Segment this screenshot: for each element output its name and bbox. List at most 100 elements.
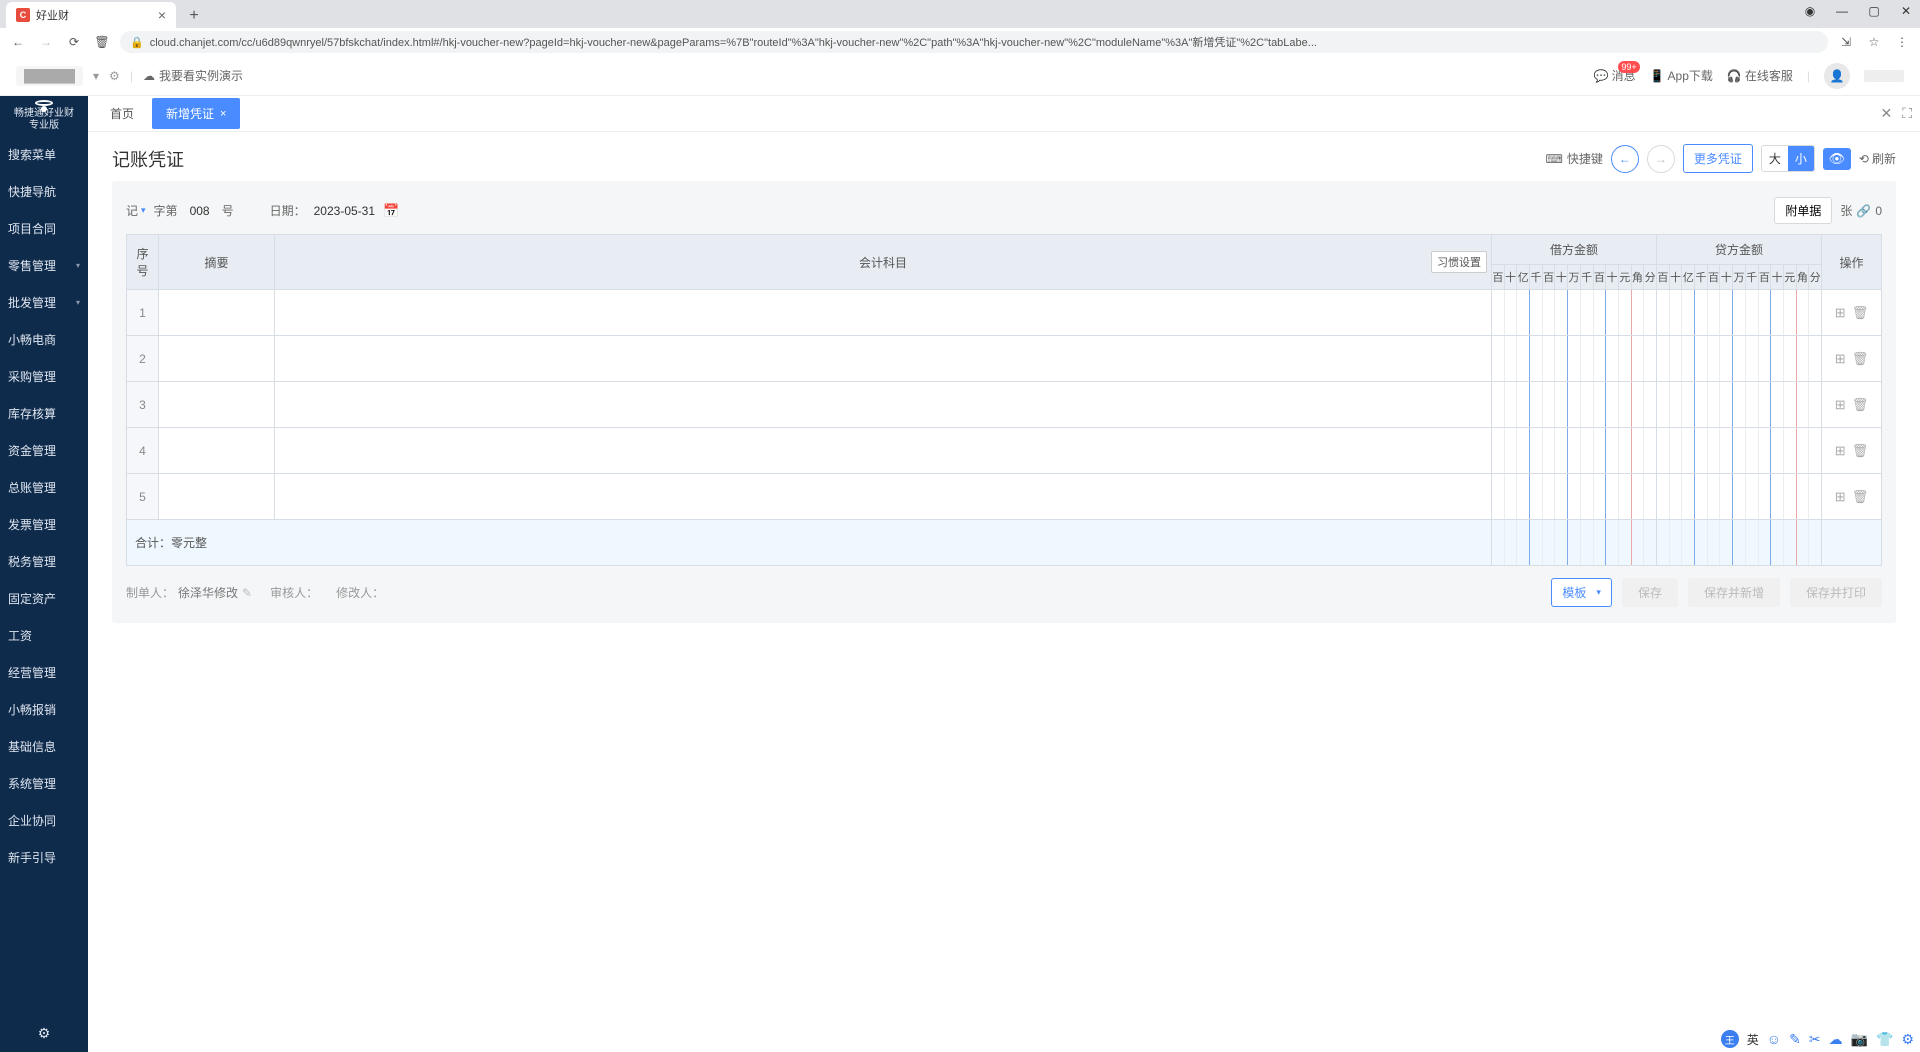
- subject-cell[interactable]: [275, 428, 1492, 474]
- delete-row-icon[interactable]: 🗑: [1852, 397, 1869, 412]
- credit-cell[interactable]: [1657, 336, 1822, 382]
- subject-cell[interactable]: [275, 474, 1492, 520]
- tray-smile-icon[interactable]: ☺: [1767, 1031, 1781, 1047]
- delete-row-icon[interactable]: 🗑: [1852, 351, 1869, 366]
- credit-cell[interactable]: [1657, 290, 1822, 336]
- tray-scissor-icon[interactable]: ✂: [1809, 1031, 1821, 1048]
- maximize-icon[interactable]: ▢: [1864, 4, 1884, 18]
- sidebar-item-3[interactable]: 零售管理▾: [0, 247, 88, 284]
- tray-shirt-icon[interactable]: 👕: [1876, 1031, 1893, 1048]
- sidebar-item-7[interactable]: 库存核算: [0, 395, 88, 432]
- sidebar-item-10[interactable]: 发票管理: [0, 506, 88, 543]
- fullscreen-icon[interactable]: ⛶: [1902, 105, 1912, 122]
- subject-cell[interactable]: [275, 290, 1492, 336]
- sidebar-item-17[interactable]: 系统管理: [0, 765, 88, 802]
- address-bar[interactable]: 🔒 cloud.chanjet.com/cc/u6d89qwnryel/57bf…: [120, 31, 1828, 53]
- sidebar-item-18[interactable]: 企业协同: [0, 802, 88, 839]
- credit-cell[interactable]: [1657, 474, 1822, 520]
- sidebar-item-8[interactable]: 资金管理: [0, 432, 88, 469]
- subject-cell[interactable]: [275, 382, 1492, 428]
- size-small[interactable]: 小: [1788, 146, 1814, 171]
- sidebar-item-1[interactable]: 快捷导航: [0, 173, 88, 210]
- template-button[interactable]: 模板: [1551, 578, 1612, 607]
- tray-camera-icon[interactable]: 📷: [1851, 1031, 1868, 1048]
- forward-icon[interactable]: →: [36, 32, 56, 52]
- debit-cell[interactable]: [1492, 336, 1657, 382]
- clip-icon[interactable]: 🔗: [1856, 204, 1871, 218]
- shortcut-button[interactable]: ⌨ 快捷键: [1546, 150, 1603, 167]
- debit-cell[interactable]: [1492, 474, 1657, 520]
- credit-cell[interactable]: [1657, 428, 1822, 474]
- delete-icon[interactable]: 🗑: [92, 32, 112, 52]
- copy-row-icon[interactable]: ⊞: [1835, 443, 1846, 458]
- copy-row-icon[interactable]: ⊞: [1835, 397, 1846, 412]
- voucher-date[interactable]: 2023-05-31: [314, 204, 375, 218]
- copy-row-icon[interactable]: ⊞: [1835, 305, 1846, 320]
- tab-close-icon[interactable]: ×: [158, 7, 166, 23]
- voucher-type-select[interactable]: 记: [126, 202, 146, 219]
- sidebar-item-15[interactable]: 小畅报销: [0, 691, 88, 728]
- tab-home[interactable]: 首页: [96, 98, 148, 129]
- debit-cell[interactable]: [1492, 428, 1657, 474]
- sidebar-item-13[interactable]: 工资: [0, 617, 88, 654]
- sidebar-item-0[interactable]: 搜索菜单: [0, 136, 88, 173]
- account-icon[interactable]: ◉: [1800, 4, 1820, 18]
- sidebar-item-6[interactable]: 采购管理: [0, 358, 88, 395]
- close-window-icon[interactable]: ✕: [1896, 4, 1916, 18]
- size-big[interactable]: 大: [1762, 146, 1788, 171]
- summary-cell[interactable]: [159, 336, 275, 382]
- edit-maker-icon[interactable]: ✎: [242, 586, 252, 600]
- tab-new-voucher[interactable]: 新增凭证 ×: [152, 98, 240, 129]
- sidebar-item-5[interactable]: 小畅电商: [0, 321, 88, 358]
- avatar[interactable]: 👤: [1824, 63, 1850, 89]
- copy-row-icon[interactable]: ⊞: [1835, 489, 1846, 504]
- sidebar-item-12[interactable]: 固定资产: [0, 580, 88, 617]
- preview-button[interactable]: 👁: [1823, 148, 1851, 170]
- sidebar-item-11[interactable]: 税务管理: [0, 543, 88, 580]
- delete-row-icon[interactable]: 🗑: [1852, 305, 1869, 320]
- refresh-button[interactable]: ⟲ 刷新: [1859, 150, 1896, 167]
- delete-row-icon[interactable]: 🗑: [1852, 489, 1869, 504]
- save-button[interactable]: 保存: [1622, 578, 1678, 607]
- install-icon[interactable]: ⇲: [1836, 32, 1856, 52]
- summary-cell[interactable]: [159, 428, 275, 474]
- summary-cell[interactable]: [159, 474, 275, 520]
- menu-icon[interactable]: ⋮: [1892, 32, 1912, 52]
- debit-cell[interactable]: [1492, 290, 1657, 336]
- close-all-icon[interactable]: ✕: [1880, 105, 1892, 122]
- voucher-number[interactable]: 008: [190, 204, 210, 218]
- debit-cell[interactable]: [1492, 382, 1657, 428]
- summary-cell[interactable]: [159, 382, 275, 428]
- delete-row-icon[interactable]: 🗑: [1852, 443, 1869, 458]
- org-selector[interactable]: ██████: [16, 66, 83, 86]
- sidebar-item-9[interactable]: 总账管理: [0, 469, 88, 506]
- new-tab-button[interactable]: +: [182, 4, 206, 28]
- ime-icon[interactable]: 王: [1721, 1030, 1739, 1048]
- dropdown-icon[interactable]: ▾: [93, 69, 99, 83]
- sidebar-item-16[interactable]: 基础信息: [0, 728, 88, 765]
- sidebar-settings-icon[interactable]: ⚙: [0, 1015, 88, 1052]
- browser-tab[interactable]: C 好业财 ×: [6, 2, 176, 28]
- credit-cell[interactable]: [1657, 382, 1822, 428]
- attach-doc-button[interactable]: 附单据: [1774, 197, 1832, 224]
- sidebar-item-14[interactable]: 经营管理: [0, 654, 88, 691]
- ime-lang[interactable]: 英: [1747, 1031, 1759, 1048]
- sidebar-item-4[interactable]: 批发管理▾: [0, 284, 88, 321]
- tab-close-icon[interactable]: ×: [220, 108, 226, 120]
- tray-gear-icon[interactable]: ⚙: [1901, 1031, 1914, 1048]
- tray-edit-icon[interactable]: ✎: [1789, 1031, 1801, 1048]
- sidebar-item-2[interactable]: 项目合同: [0, 210, 88, 247]
- settings-icon[interactable]: ⚙: [109, 69, 120, 83]
- minimize-icon[interactable]: —: [1832, 4, 1852, 18]
- more-voucher-button[interactable]: 更多凭证: [1683, 144, 1753, 173]
- habit-setting-button[interactable]: 习惯设置: [1431, 251, 1487, 273]
- summary-cell[interactable]: [159, 290, 275, 336]
- star-icon[interactable]: ☆: [1864, 32, 1884, 52]
- back-icon[interactable]: ←: [8, 32, 28, 52]
- sidebar-item-19[interactable]: 新手引导: [0, 839, 88, 876]
- subject-cell[interactable]: [275, 336, 1492, 382]
- message-button[interactable]: 💬 消息 99+: [1594, 67, 1636, 84]
- demo-link[interactable]: ☁ 我要看实例演示: [143, 67, 243, 84]
- reload-icon[interactable]: ⟳: [64, 32, 84, 52]
- calendar-icon[interactable]: 📅: [383, 203, 399, 219]
